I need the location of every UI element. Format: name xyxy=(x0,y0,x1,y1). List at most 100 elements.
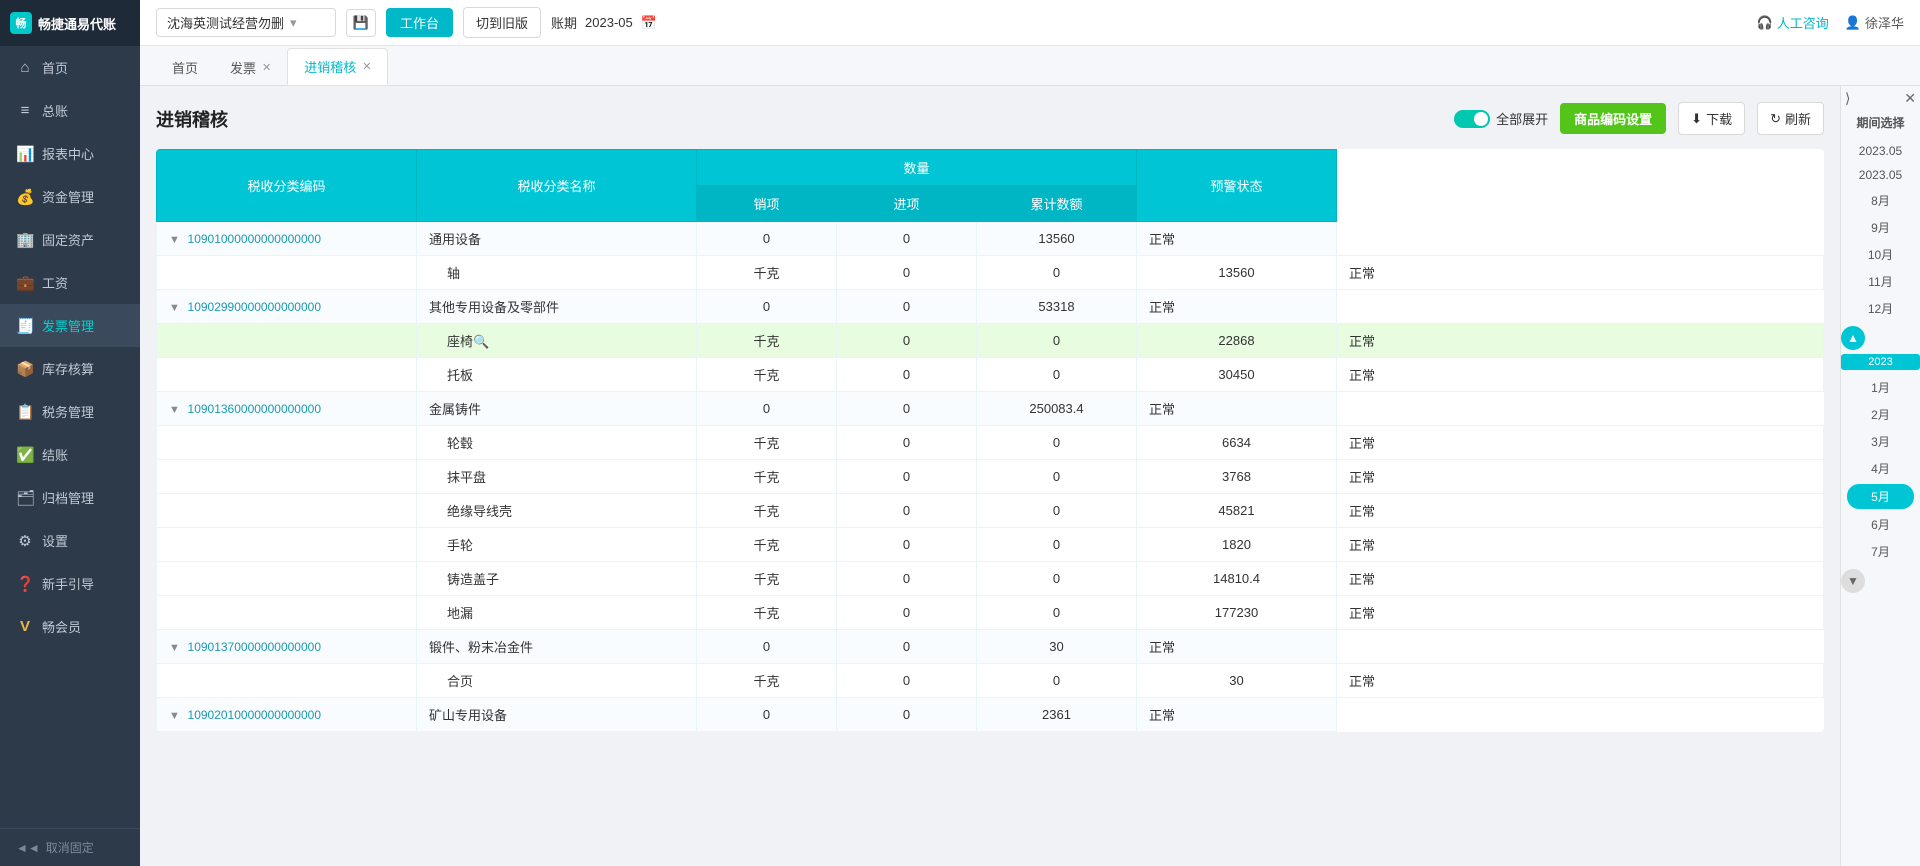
cell-code xyxy=(157,596,417,630)
save-button[interactable]: 💾 xyxy=(346,9,376,37)
refresh-button[interactable]: ↻ 刷新 xyxy=(1757,102,1824,135)
cell-total: 30 xyxy=(977,630,1137,664)
company-selector[interactable]: 沈海英测试经营勿删 ▾ xyxy=(156,8,336,37)
col-header-sales: 销项 xyxy=(697,186,837,222)
settings-button[interactable]: 商品编码设置 xyxy=(1560,103,1666,134)
tab-home[interactable]: 首页 xyxy=(156,50,214,85)
cell-warn: 正常 xyxy=(1337,494,1824,528)
sidebar-item-funds[interactable]: 💰 资金管理 xyxy=(0,175,140,218)
tab-invoices[interactable]: 发票 ✕ xyxy=(214,50,287,85)
guide-icon: ❓ xyxy=(16,575,34,593)
month-10[interactable]: 10月 xyxy=(1841,241,1920,268)
logo-icon: 畅 xyxy=(10,12,32,34)
cell-name: 绝缘导线壳 xyxy=(417,494,697,528)
cell-code xyxy=(157,664,417,698)
sidebar-item-member[interactable]: V 畅会员 xyxy=(0,605,140,648)
month-9[interactable]: 9月 xyxy=(1841,214,1920,241)
pin-icon: ◄◄ xyxy=(16,841,40,855)
cell-code xyxy=(157,256,417,290)
cell-code: ▼ 10901000000000000000 xyxy=(157,222,417,256)
cell-unit: 千克 xyxy=(697,528,837,562)
table-row: ▼ 10901360000000000000 金属铸件 0 0 250083.4… xyxy=(157,392,1824,426)
workbench-button[interactable]: 工作台 xyxy=(386,8,453,37)
tab-invoices-close[interactable]: ✕ xyxy=(262,61,271,74)
table-row: 手轮 千克 0 0 1820 正常 xyxy=(157,528,1824,562)
scroll-down-button[interactable]: ▼ xyxy=(1841,569,1865,593)
cell-code xyxy=(157,494,417,528)
month-6[interactable]: 6月 xyxy=(1841,511,1920,538)
sidebar-item-guide[interactable]: ❓ 新手引导 xyxy=(0,562,140,605)
switch-version-button[interactable]: 切到旧版 xyxy=(463,7,541,38)
sidebar-item-ledger[interactable]: ≡ 总账 xyxy=(0,89,140,132)
cell-total: 45821 xyxy=(1137,494,1337,528)
cell-warn: 正常 xyxy=(1337,324,1824,358)
month-1[interactable]: 1月 xyxy=(1841,374,1920,401)
cell-code xyxy=(157,324,417,358)
user-menu[interactable]: 👤 徐泽华 xyxy=(1845,13,1904,32)
month-7[interactable]: 7月 xyxy=(1841,538,1920,565)
cell-total: 30 xyxy=(1137,664,1337,698)
tabs-bar: 首页 发票 ✕ 进销稽核 ✕ xyxy=(140,46,1920,86)
expand-icon[interactable]: ▼ xyxy=(169,302,180,314)
sidebar-item-home[interactable]: ⌂ 首页 xyxy=(0,46,140,89)
cell-purchase: 0 xyxy=(837,222,977,256)
sidebar-item-wages[interactable]: 💼 工资 xyxy=(0,261,140,304)
archive-icon: 🗂 xyxy=(16,489,34,507)
month-11[interactable]: 11月 xyxy=(1841,268,1920,295)
sidebar-item-tax[interactable]: 📋 税务管理 xyxy=(0,390,140,433)
month-5-active[interactable]: 5月 xyxy=(1847,484,1914,509)
year-badge-2023[interactable]: 2023 xyxy=(1841,354,1920,370)
sidebar-item-inventory[interactable]: 📦 库存核算 xyxy=(0,347,140,390)
cell-total: 14810.4 xyxy=(1137,562,1337,596)
table-row: 合页 千克 0 0 30 正常 xyxy=(157,664,1824,698)
cell-sales: 0 xyxy=(837,596,977,630)
month-8[interactable]: 8月 xyxy=(1841,187,1920,214)
expand-icon[interactable]: ▼ xyxy=(169,642,180,654)
content-main: 进销稽核 全部展开 商品编码设置 ⬇ 下载 ↻ 刷 xyxy=(140,86,1840,866)
col-header-quantity: 数量 xyxy=(697,150,1137,186)
cell-purchase: 0 xyxy=(977,664,1137,698)
expand-icon[interactable]: ▼ xyxy=(169,234,180,246)
expand-icon[interactable]: ▼ xyxy=(169,710,180,722)
download-button[interactable]: ⬇ 下载 xyxy=(1678,102,1745,135)
service-button[interactable]: 🎧 人工咨询 xyxy=(1757,13,1829,32)
tab-reconcile-label: 进销稽核 xyxy=(304,57,356,76)
tab-invoices-label: 发票 xyxy=(230,58,256,77)
cell-sales: 0 xyxy=(697,222,837,256)
panel-expand-button[interactable]: ⟩ xyxy=(1845,90,1850,107)
expand-toggle[interactable] xyxy=(1454,110,1490,128)
tab-reconcile-close[interactable]: ✕ xyxy=(362,60,371,73)
pin-toggle[interactable]: ◄◄ 取消固定 xyxy=(0,828,140,866)
member-icon: V xyxy=(16,618,34,635)
data-table: 税收分类编码 税收分类名称 数量 预警状态 销项 进项 累计数额 ▼ 10901… xyxy=(156,149,1824,732)
panel-close-button[interactable]: ✕ xyxy=(1904,90,1916,107)
invoices-icon: 🧾 xyxy=(16,317,34,335)
sidebar-item-settlement[interactable]: ✅ 结账 xyxy=(0,433,140,476)
cell-warn: 正常 xyxy=(1137,392,1337,426)
cell-purchase: 0 xyxy=(837,392,977,426)
tab-reconcile[interactable]: 进销稽核 ✕ xyxy=(287,48,388,85)
scroll-up-button[interactable]: ▲ xyxy=(1841,326,1865,350)
cell-name: 通用设备 xyxy=(417,222,697,256)
sidebar-item-archive[interactable]: 🗂 归档管理 xyxy=(0,476,140,519)
search-icon[interactable]: 🔍 xyxy=(473,334,489,349)
sidebar-item-reports[interactable]: 📊 报表中心 xyxy=(0,132,140,175)
period-item-2023-05b[interactable]: 2023.05 xyxy=(1841,163,1920,187)
cell-sales: 0 xyxy=(837,324,977,358)
month-2[interactable]: 2月 xyxy=(1841,401,1920,428)
inventory-icon: 📦 xyxy=(16,360,34,378)
cell-warn: 正常 xyxy=(1137,630,1337,664)
cell-purchase: 0 xyxy=(977,426,1137,460)
calendar-icon[interactable]: 📅 xyxy=(641,15,657,31)
table-row: 座椅🔍 千克 0 0 22868 正常 xyxy=(157,324,1824,358)
month-12[interactable]: 12月 xyxy=(1841,295,1920,322)
sidebar-item-settings[interactable]: ⚙ 设置 xyxy=(0,519,140,562)
expand-icon[interactable]: ▼ xyxy=(169,404,180,416)
period-item-2023-05a[interactable]: 2023.05 xyxy=(1841,139,1920,163)
period-label: 账期 xyxy=(551,13,577,32)
cell-name: 合页 xyxy=(417,664,697,698)
month-4[interactable]: 4月 xyxy=(1841,455,1920,482)
sidebar-item-invoices[interactable]: 🧾 发票管理 xyxy=(0,304,140,347)
sidebar-item-assets[interactable]: 🏢 固定资产 xyxy=(0,218,140,261)
month-3[interactable]: 3月 xyxy=(1841,428,1920,455)
